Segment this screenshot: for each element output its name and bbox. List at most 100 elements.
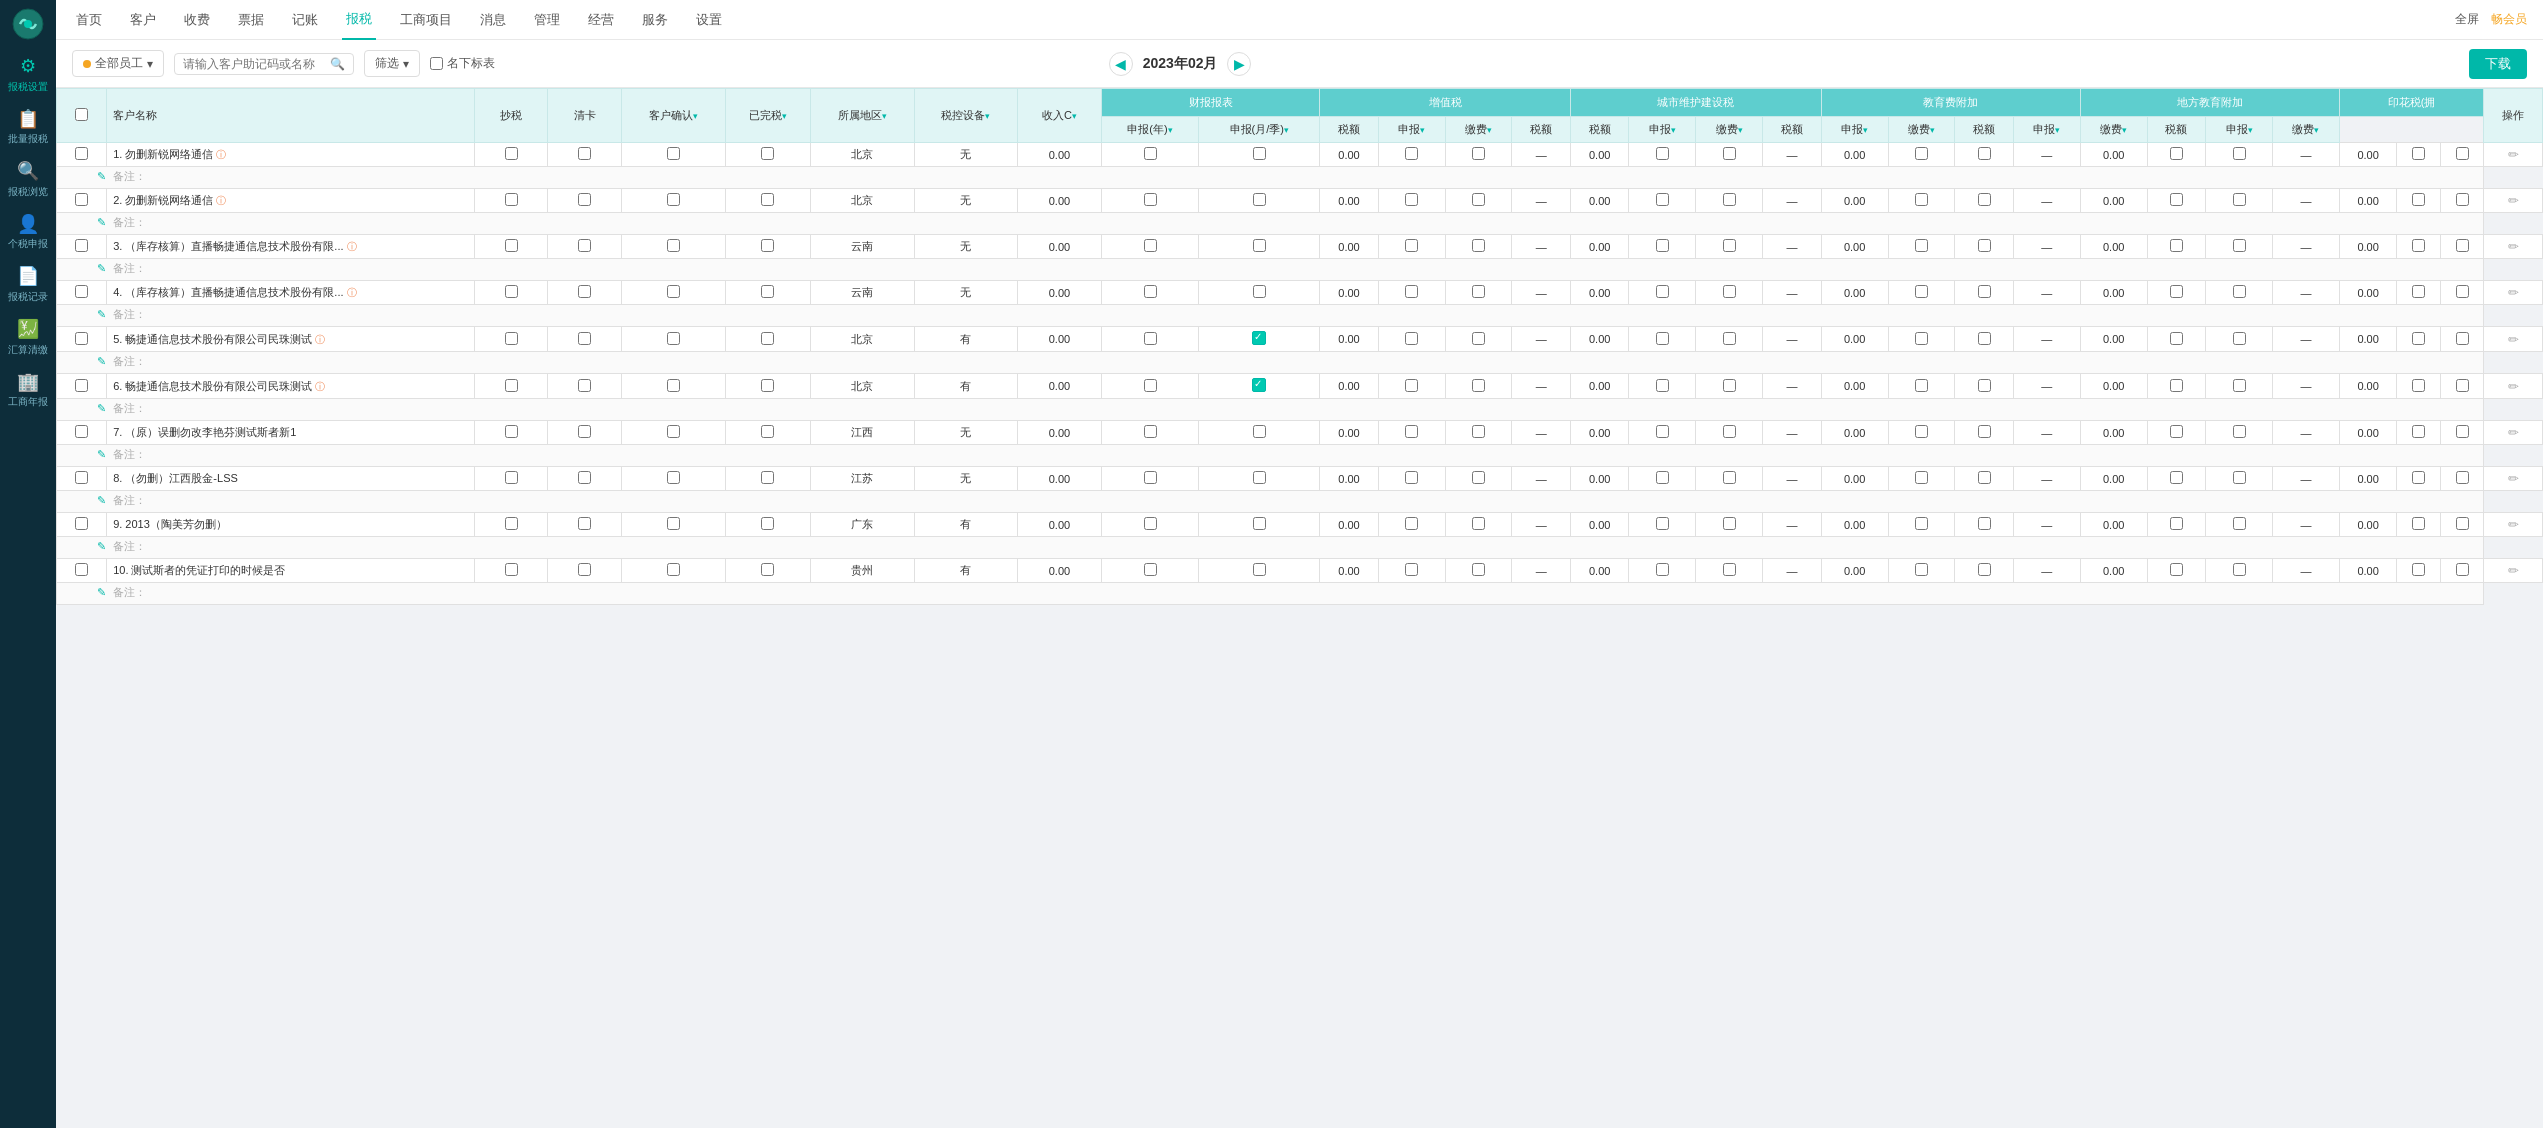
row-checkbox[interactable] <box>75 471 88 484</box>
cs-apply-cell <box>1629 189 1696 213</box>
remark-icon: ✎ <box>97 170 106 182</box>
cs-extra-cell: — <box>1763 235 1822 259</box>
nav-service[interactable]: 服务 <box>638 0 672 40</box>
df-apply-cell <box>2147 421 2206 445</box>
employee-filter[interactable]: 全部员工 ▾ <box>72 50 164 77</box>
col-region-header: 所属地区▾ <box>810 89 914 143</box>
row-checkbox[interactable] <box>75 239 88 252</box>
remark-text: 备注： <box>113 448 146 460</box>
remark-icon: ✎ <box>97 355 106 367</box>
edit-icon[interactable]: ✏ <box>2508 471 2519 486</box>
cs-tax-cell: 0.00 <box>1570 374 1629 399</box>
warn-icon: ⓘ <box>347 241 357 252</box>
row-checkbox[interactable] <box>75 563 88 576</box>
sidebar-item-geshui[interactable]: 👤 个税申报 <box>0 206 56 259</box>
row-checkbox[interactable] <box>75 193 88 206</box>
prev-month-button[interactable]: ◀ <box>1109 52 1133 76</box>
row-checkbox[interactable] <box>75 147 88 160</box>
member-btn[interactable]: 畅会员 <box>2491 11 2527 28</box>
df-pay-cell <box>2206 189 2273 213</box>
df-tax-cell: 0.00 <box>2080 281 2147 305</box>
nav-billing[interactable]: 收费 <box>180 0 214 40</box>
jy-extra-cell: — <box>2013 327 2080 352</box>
yh-apply-cell <box>2397 421 2440 445</box>
row-checkbox-cell <box>57 281 107 305</box>
remark-row: ✎ 备注： <box>57 305 2543 327</box>
zs-pay-cell <box>1445 189 1512 213</box>
nav-settings[interactable]: 设置 <box>692 0 726 40</box>
filter-button[interactable]: 筛选 ▾ <box>364 50 420 77</box>
edit-icon[interactable]: ✏ <box>2508 332 2519 347</box>
df-extra-cell: — <box>2272 467 2339 491</box>
nav-message[interactable]: 消息 <box>476 0 510 40</box>
edit-icon[interactable]: ✏ <box>2508 193 2519 208</box>
sidebar-item-gongshangnianbo[interactable]: 🏢 工商年报 <box>0 364 56 417</box>
row-checkbox-cell <box>57 143 107 167</box>
zs-extra-cell: — <box>1512 374 1571 399</box>
cw-month-cell <box>1199 143 1320 167</box>
edit-icon[interactable]: ✏ <box>2508 239 2519 254</box>
next-month-button[interactable]: ▶ <box>1227 52 1251 76</box>
select-all-checkbox[interactable] <box>75 108 88 121</box>
qingka-cell <box>548 467 622 491</box>
nav-industry[interactable]: 工商项目 <box>396 0 456 40</box>
col-group-csj-header: 城市维护建设税 <box>1570 89 1821 117</box>
remark-row: ✎ 备注： <box>57 445 2543 467</box>
sub-yh-pay: 缴费▾ <box>2272 117 2339 143</box>
row-checkbox[interactable] <box>75 285 88 298</box>
row-checkbox[interactable] <box>75 379 88 392</box>
named-label-checkbox[interactable]: 名下标表 <box>430 55 495 72</box>
cs-extra-cell: — <box>1763 421 1822 445</box>
edit-icon[interactable]: ✏ <box>2508 285 2519 300</box>
nav-invoice[interactable]: 票据 <box>234 0 268 40</box>
download-button[interactable]: 下载 <box>2469 49 2527 79</box>
edit-icon[interactable]: ✏ <box>2508 379 2519 394</box>
cw-month-cell <box>1199 513 1320 537</box>
nav-customer[interactable]: 客户 <box>126 0 160 40</box>
sidebar-item-baoshuiliulan[interactable]: 🔍 报税浏览 <box>0 153 56 206</box>
zs-tax-cell: 0.00 <box>1320 327 1379 352</box>
row-checkbox[interactable] <box>75 517 88 530</box>
row-checkbox[interactable] <box>75 425 88 438</box>
sidebar-item-jilu[interactable]: 📄 报税记录 <box>0 258 56 311</box>
df-pay-cell <box>2206 513 2273 537</box>
zs-tax-cell: 0.00 <box>1320 235 1379 259</box>
fullscreen-btn[interactable]: 全屏 <box>2455 11 2479 28</box>
table-row: 8. （勿删）江西股金-LSS 江苏 无 0.00 0.00 — 0.00 — … <box>57 467 2543 491</box>
table-row: 6. 畅捷通信息技术股份有限公司民珠测试 ⓘ 北京 有 0.00 0.00 — … <box>57 374 2543 399</box>
search-box[interactable]: 🔍 <box>174 53 354 75</box>
cs-extra-cell: — <box>1763 189 1822 213</box>
cs-apply-cell <box>1629 281 1696 305</box>
nav-accounting[interactable]: 记账 <box>288 0 322 40</box>
nav-tax[interactable]: 报税 <box>342 0 376 40</box>
browse-icon: 🔍 <box>17 161 39 183</box>
df-apply-cell <box>2147 189 2206 213</box>
zs-pay-cell <box>1445 235 1512 259</box>
col-op-header: 操作 <box>2484 89 2543 143</box>
warn-icon: ⓘ <box>347 287 357 298</box>
warn-icon: ⓘ <box>216 149 226 160</box>
nav-manage[interactable]: 管理 <box>530 0 564 40</box>
search-input[interactable] <box>183 57 330 71</box>
sidebar-item-piliangbaoshui[interactable]: 📋 批量报税 <box>0 101 56 154</box>
edit-icon[interactable]: ✏ <box>2508 517 2519 532</box>
df-pay-cell <box>2206 327 2273 352</box>
income-cell: 无 <box>914 421 1018 445</box>
sidebar-item-baoshuishezhi[interactable]: ⚙ 报税设置 <box>0 48 56 101</box>
nav-home[interactable]: 首页 <box>72 0 106 40</box>
nav-finance[interactable]: 经营 <box>584 0 618 40</box>
row-checkbox[interactable] <box>75 332 88 345</box>
region-cell: 贵州 <box>810 559 914 583</box>
done-cell <box>725 235 810 259</box>
jy-extra-cell: — <box>2013 374 2080 399</box>
sub-cs-tax: 税额 <box>1570 117 1629 143</box>
sidebar-item-huisuan[interactable]: 💹 汇算清缴 <box>0 311 56 364</box>
edit-icon[interactable]: ✏ <box>2508 147 2519 162</box>
col-done-header: 已完税▾ <box>725 89 810 143</box>
jy-tax-cell: 0.00 <box>1821 467 1888 491</box>
named-checkbox[interactable] <box>430 57 443 70</box>
cw-year-cell <box>1101 235 1199 259</box>
op-cell: ✏ <box>2484 189 2543 213</box>
edit-icon[interactable]: ✏ <box>2508 425 2519 440</box>
edit-icon[interactable]: ✏ <box>2508 563 2519 578</box>
